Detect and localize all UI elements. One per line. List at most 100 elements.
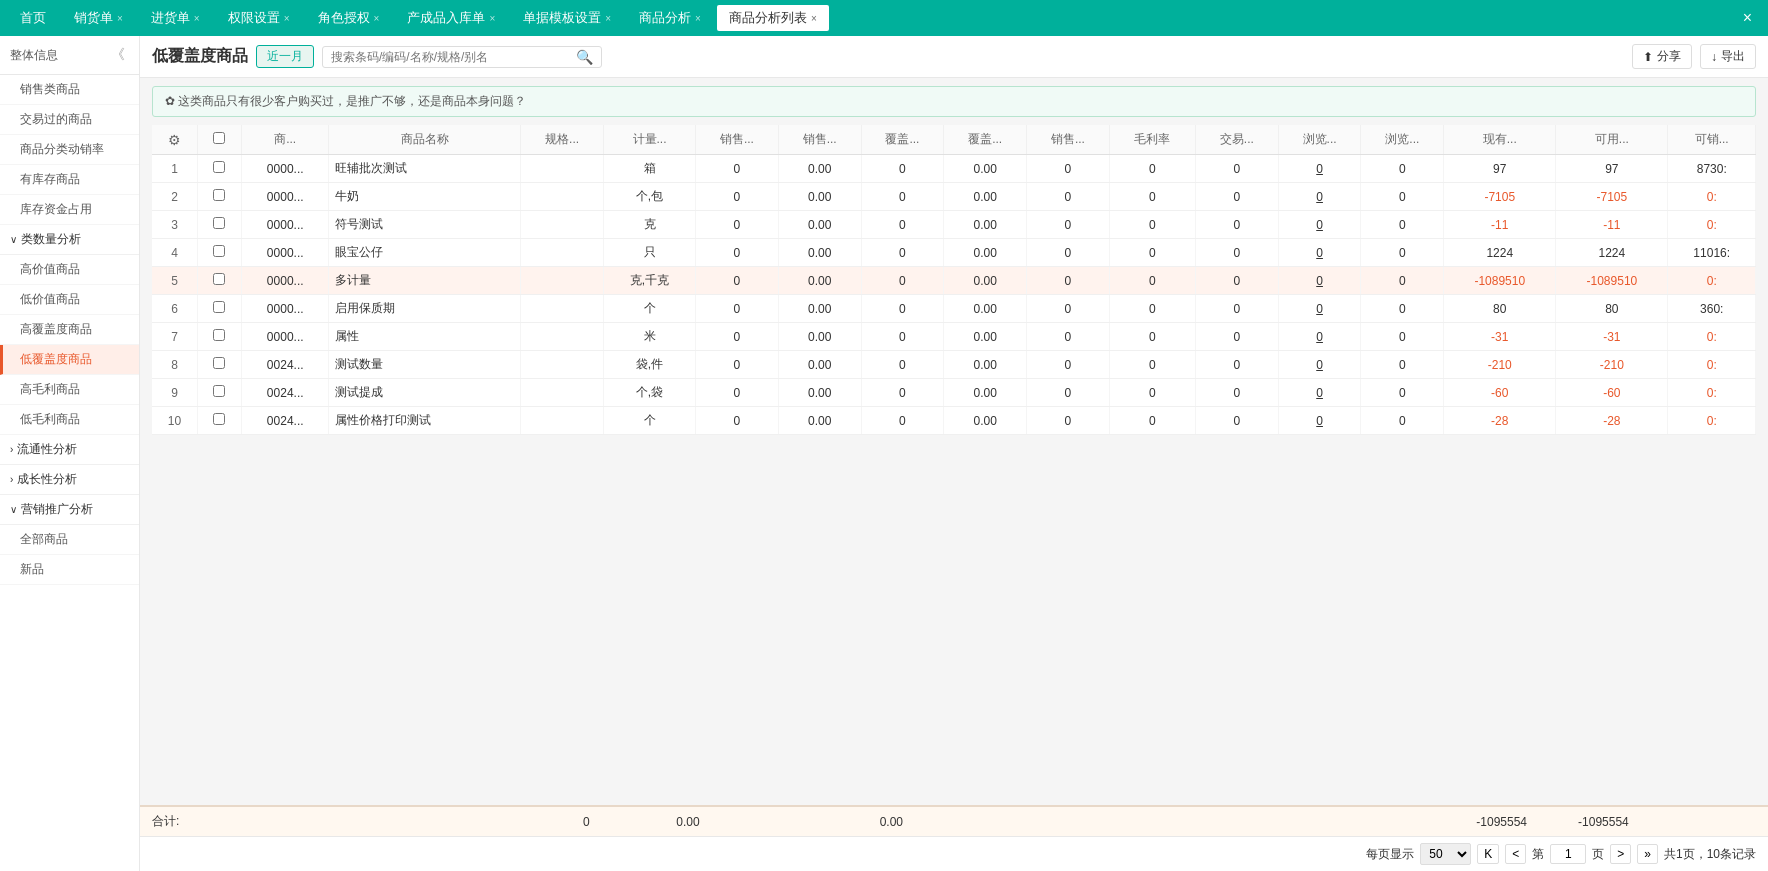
close-icon[interactable]: × — [284, 13, 290, 24]
sidebar-section-marketing[interactable]: ∨ 营销推广分析 — [0, 495, 139, 525]
table-cell: 0 — [1109, 183, 1195, 211]
table-cell: -31 — [1556, 323, 1668, 351]
nav-tab-analysis[interactable]: 商品分析 × — [627, 5, 713, 31]
sidebar-item-high-coverage[interactable]: 高覆盖度商品 — [0, 315, 139, 345]
close-icon[interactable]: × — [194, 13, 200, 24]
sidebar-item-goods-turnover[interactable]: 商品分类动销率 — [0, 135, 139, 165]
table-cell: 2 — [152, 183, 198, 211]
table-cell: 0 — [1361, 323, 1444, 351]
sidebar-section-growth[interactable]: › 成长性分析 — [0, 465, 139, 495]
sidebar-item-inventory-capital[interactable]: 库存资金占用 — [0, 195, 139, 225]
sidebar-title: 整体信息 — [10, 47, 58, 64]
table-cell: 0 — [696, 183, 779, 211]
select-all-checkbox[interactable] — [213, 132, 225, 144]
sidebar-item-all-goods[interactable]: 全部商品 — [0, 525, 139, 555]
row-checkbox[interactable] — [213, 161, 225, 173]
table-cell: 0 — [1278, 183, 1361, 211]
sidebar-item-low-coverage[interactable]: 低覆盖度商品 — [0, 345, 139, 375]
nav-tab-sales[interactable]: 销货单 × — [62, 5, 135, 31]
table-cell: 0 — [1278, 351, 1361, 379]
search-input[interactable] — [331, 50, 576, 64]
settings-icon[interactable]: ⚙ — [168, 132, 181, 148]
table-cell: 0 — [696, 239, 779, 267]
sidebar-item-high-profit[interactable]: 高毛利商品 — [0, 375, 139, 405]
row-checkbox[interactable] — [213, 357, 225, 369]
table-cell: 0 — [696, 295, 779, 323]
table-container[interactable]: ⚙ 商... 商品名称 规格... 计量... 销售... 销售... 覆盖..… — [140, 125, 1768, 805]
table-cell: 0 — [696, 323, 779, 351]
close-icon[interactable]: × — [811, 13, 817, 24]
table-cell: 测试提成 — [329, 379, 521, 407]
close-icon[interactable]: × — [605, 13, 611, 24]
table-cell: 1224 — [1556, 239, 1668, 267]
table-cell: 0.00 — [778, 407, 861, 435]
prev-page-button[interactable]: < — [1505, 844, 1526, 864]
table-cell: 0 — [861, 323, 944, 351]
col-sales-qty: 销售... — [696, 125, 779, 155]
page-number-input[interactable] — [1550, 844, 1586, 864]
table-cell: 牛奶 — [329, 183, 521, 211]
table-cell: 0.00 — [944, 183, 1027, 211]
table-header-row: ⚙ 商... 商品名称 规格... 计量... 销售... 销售... 覆盖..… — [152, 125, 1756, 155]
row-checkbox[interactable] — [213, 273, 225, 285]
chevron-right-icon: › — [10, 474, 13, 485]
sidebar-item-low-profit[interactable]: 低毛利商品 — [0, 405, 139, 435]
row-checkbox[interactable] — [213, 413, 225, 425]
table-cell: 6 — [152, 295, 198, 323]
table-cell: 0.00 — [778, 267, 861, 295]
row-checkbox[interactable] — [213, 245, 225, 257]
close-icon[interactable]: × — [695, 13, 701, 24]
top-nav: 首页 销货单 × 进货单 × 权限设置 × 角色授权 × 产成品入库单 × 单据… — [0, 0, 1768, 36]
nav-tab-template[interactable]: 单据模板设置 × — [511, 5, 623, 31]
nav-tab-warehouse[interactable]: 产成品入库单 × — [395, 5, 507, 31]
close-icon[interactable]: × — [489, 13, 495, 24]
table-cell: 测试数量 — [329, 351, 521, 379]
table-cell: 0 — [1195, 323, 1278, 351]
col-browse1: 浏览... — [1278, 125, 1361, 155]
page-label: 第 — [1532, 846, 1544, 863]
close-icon[interactable]: × — [117, 13, 123, 24]
chevron-down-icon: ∨ — [10, 504, 17, 515]
filter-btn-1month[interactable]: 近一月 — [256, 45, 314, 68]
sidebar-section-flow[interactable]: › 流通性分析 — [0, 435, 139, 465]
sidebar-item-sales-goods[interactable]: 销售类商品 — [0, 75, 139, 105]
sidebar-collapse-button[interactable]: 《 — [107, 44, 129, 66]
nav-tab-permission[interactable]: 权限设置 × — [216, 5, 302, 31]
sidebar-item-low-value[interactable]: 低价值商品 — [0, 285, 139, 315]
sidebar-item-high-value[interactable]: 高价值商品 — [0, 255, 139, 285]
export-button[interactable]: ↓ 导出 — [1700, 44, 1756, 69]
table-cell: 眼宝公仔 — [329, 239, 521, 267]
sidebar-item-traded-goods[interactable]: 交易过的商品 — [0, 105, 139, 135]
page-size-select[interactable]: 50 10 20 100 — [1420, 843, 1471, 865]
table-cell: 0 — [861, 155, 944, 183]
table-row: 60000...启用保质期个00.0000.00000008080360: — [152, 295, 1756, 323]
col-settings[interactable]: ⚙ — [152, 125, 198, 155]
row-checkbox[interactable] — [213, 385, 225, 397]
table-cell: 0 — [1027, 239, 1110, 267]
sidebar-item-new-goods[interactable]: 新品 — [0, 555, 139, 585]
sidebar-item-with-inventory[interactable]: 有库存商品 — [0, 165, 139, 195]
next-page-button[interactable]: > — [1610, 844, 1631, 864]
content-header: 低覆盖度商品 近一月 🔍 ⬆ 分享 ↓ 导出 — [140, 36, 1768, 78]
table-cell: 0 — [1027, 351, 1110, 379]
row-checkbox[interactable] — [213, 217, 225, 229]
table-cell — [198, 323, 242, 351]
close-icon[interactable]: × — [374, 13, 380, 24]
close-all-button[interactable]: × — [1735, 5, 1760, 31]
last-page-button[interactable]: » — [1637, 844, 1658, 864]
nav-tab-home[interactable]: 首页 — [8, 5, 58, 31]
table-cell: -11 — [1444, 211, 1556, 239]
first-page-button[interactable]: K — [1477, 844, 1499, 864]
nav-tab-analysis-list[interactable]: 商品分析列表 × — [717, 5, 829, 31]
col-spec: 规格... — [521, 125, 604, 155]
row-checkbox[interactable] — [213, 301, 225, 313]
row-checkbox[interactable] — [213, 329, 225, 341]
share-button[interactable]: ⬆ 分享 — [1632, 44, 1692, 69]
info-banner: ✿ 这类商品只有很少客户购买过，是推广不够，还是商品本身问题？ — [152, 86, 1756, 117]
nav-tab-purchase[interactable]: 进货单 × — [139, 5, 212, 31]
sidebar-section-quantity[interactable]: ∨ 类数量分析 — [0, 225, 139, 255]
col-coverage2: 覆盖... — [944, 125, 1027, 155]
nav-tab-role[interactable]: 角色授权 × — [306, 5, 392, 31]
row-checkbox[interactable] — [213, 189, 225, 201]
table-row: 80024...测试数量袋,件00.0000.0000000-210-2100: — [152, 351, 1756, 379]
